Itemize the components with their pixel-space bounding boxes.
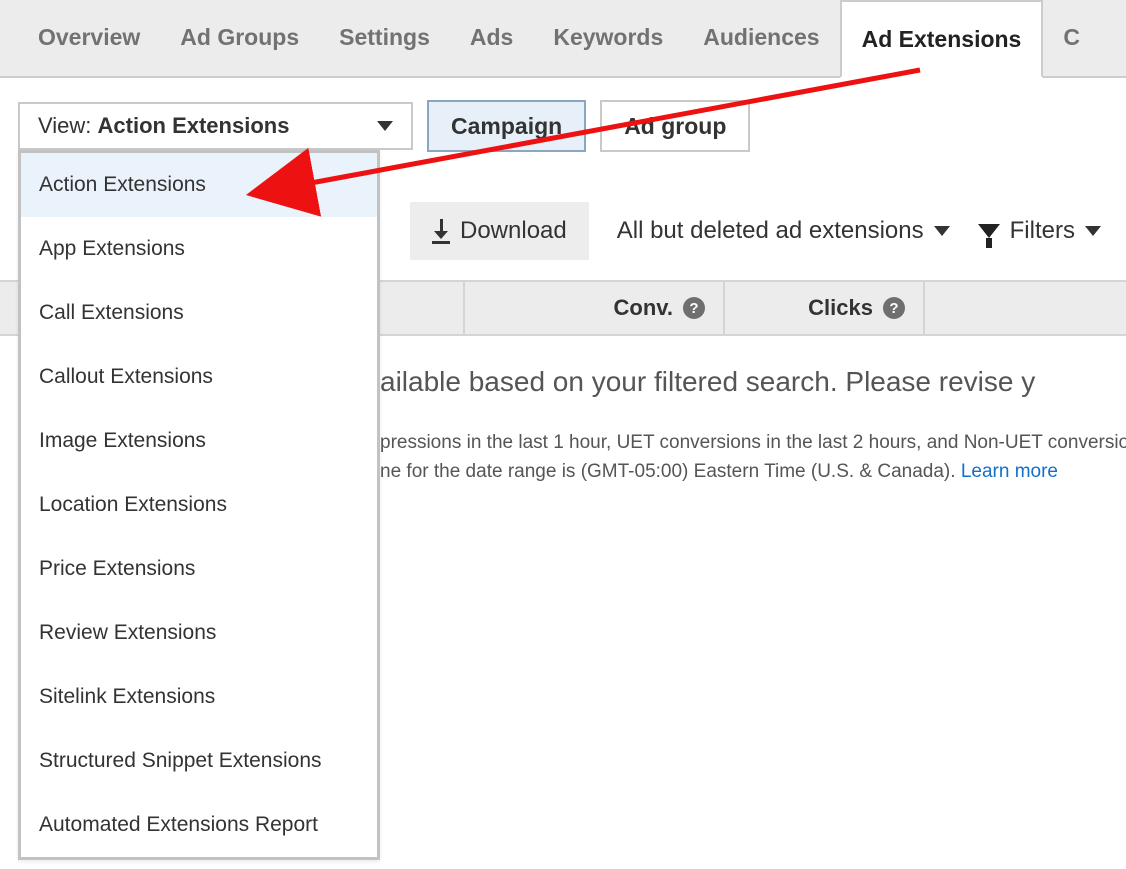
column-clicks[interactable]: Clicks ?	[725, 282, 925, 334]
view-selected: Action Extensions	[98, 113, 290, 138]
dropdown-item-image-extensions[interactable]: Image Extensions	[21, 409, 377, 473]
dropdown-item-sitelink-extensions[interactable]: Sitelink Extensions	[21, 665, 377, 729]
column-more	[925, 282, 1126, 334]
dropdown-item-location-extensions[interactable]: Location Extensions	[21, 473, 377, 537]
help-icon[interactable]: ?	[883, 297, 905, 319]
tab-audiences[interactable]: Audiences	[683, 0, 839, 76]
view-selector-dropdown: Action Extensions App Extensions Call Ex…	[18, 150, 380, 860]
view-selector-label: View: Action Extensions	[38, 113, 289, 139]
tab-truncated[interactable]: C	[1043, 0, 1100, 76]
main-tabbar: Overview Ad Groups Settings Ads Keywords…	[0, 0, 1126, 78]
tab-keywords[interactable]: Keywords	[533, 0, 683, 76]
filter-icon	[978, 224, 1000, 238]
dropdown-item-app-extensions[interactable]: App Extensions	[21, 217, 377, 281]
chevron-down-icon	[1085, 226, 1101, 236]
dropdown-item-review-extensions[interactable]: Review Extensions	[21, 601, 377, 665]
dropdown-item-call-extensions[interactable]: Call Extensions	[21, 281, 377, 345]
column-clicks-label: Clicks	[808, 295, 873, 321]
note-line2: ne for the date range is (GMT-05:00) Eas…	[380, 461, 961, 482]
learn-more-link[interactable]: Learn more	[961, 461, 1058, 482]
view-prefix: View:	[38, 113, 98, 138]
tab-ad-groups[interactable]: Ad Groups	[160, 0, 319, 76]
status-filter-dropdown[interactable]: All but deleted ad extensions	[617, 217, 950, 245]
note-line1: pressions in the last 1 hour, UET conver…	[380, 432, 1126, 453]
chevron-down-icon	[934, 226, 950, 236]
view-selector[interactable]: View: Action Extensions	[18, 102, 413, 150]
help-icon[interactable]: ?	[683, 297, 705, 319]
tab-overview[interactable]: Overview	[18, 0, 160, 76]
status-filter-label: All but deleted ad extensions	[617, 217, 924, 245]
column-conv-label: Conv.	[614, 295, 673, 321]
dropdown-item-structured-snippet-extensions[interactable]: Structured Snippet Extensions	[21, 729, 377, 793]
download-label: Download	[460, 217, 567, 245]
scope-campaign-button[interactable]: Campaign	[427, 100, 586, 152]
column-conv[interactable]: Conv. ?	[465, 282, 725, 334]
filters-label: Filters	[1010, 217, 1075, 245]
dropdown-item-callout-extensions[interactable]: Callout Extensions	[21, 345, 377, 409]
download-button[interactable]: Download	[410, 202, 589, 260]
filters-dropdown[interactable]: Filters	[978, 217, 1101, 245]
dropdown-item-action-extensions[interactable]: Action Extensions	[21, 153, 377, 217]
scope-ad-group-button[interactable]: Ad group	[600, 100, 750, 152]
download-icon	[432, 219, 450, 244]
chevron-down-icon	[377, 121, 393, 131]
dropdown-item-price-extensions[interactable]: Price Extensions	[21, 537, 377, 601]
dropdown-item-automated-extensions-report[interactable]: Automated Extensions Report	[21, 793, 377, 857]
tab-ads[interactable]: Ads	[450, 0, 533, 76]
tab-settings[interactable]: Settings	[319, 0, 450, 76]
tab-ad-extensions[interactable]: Ad Extensions	[840, 0, 1044, 78]
